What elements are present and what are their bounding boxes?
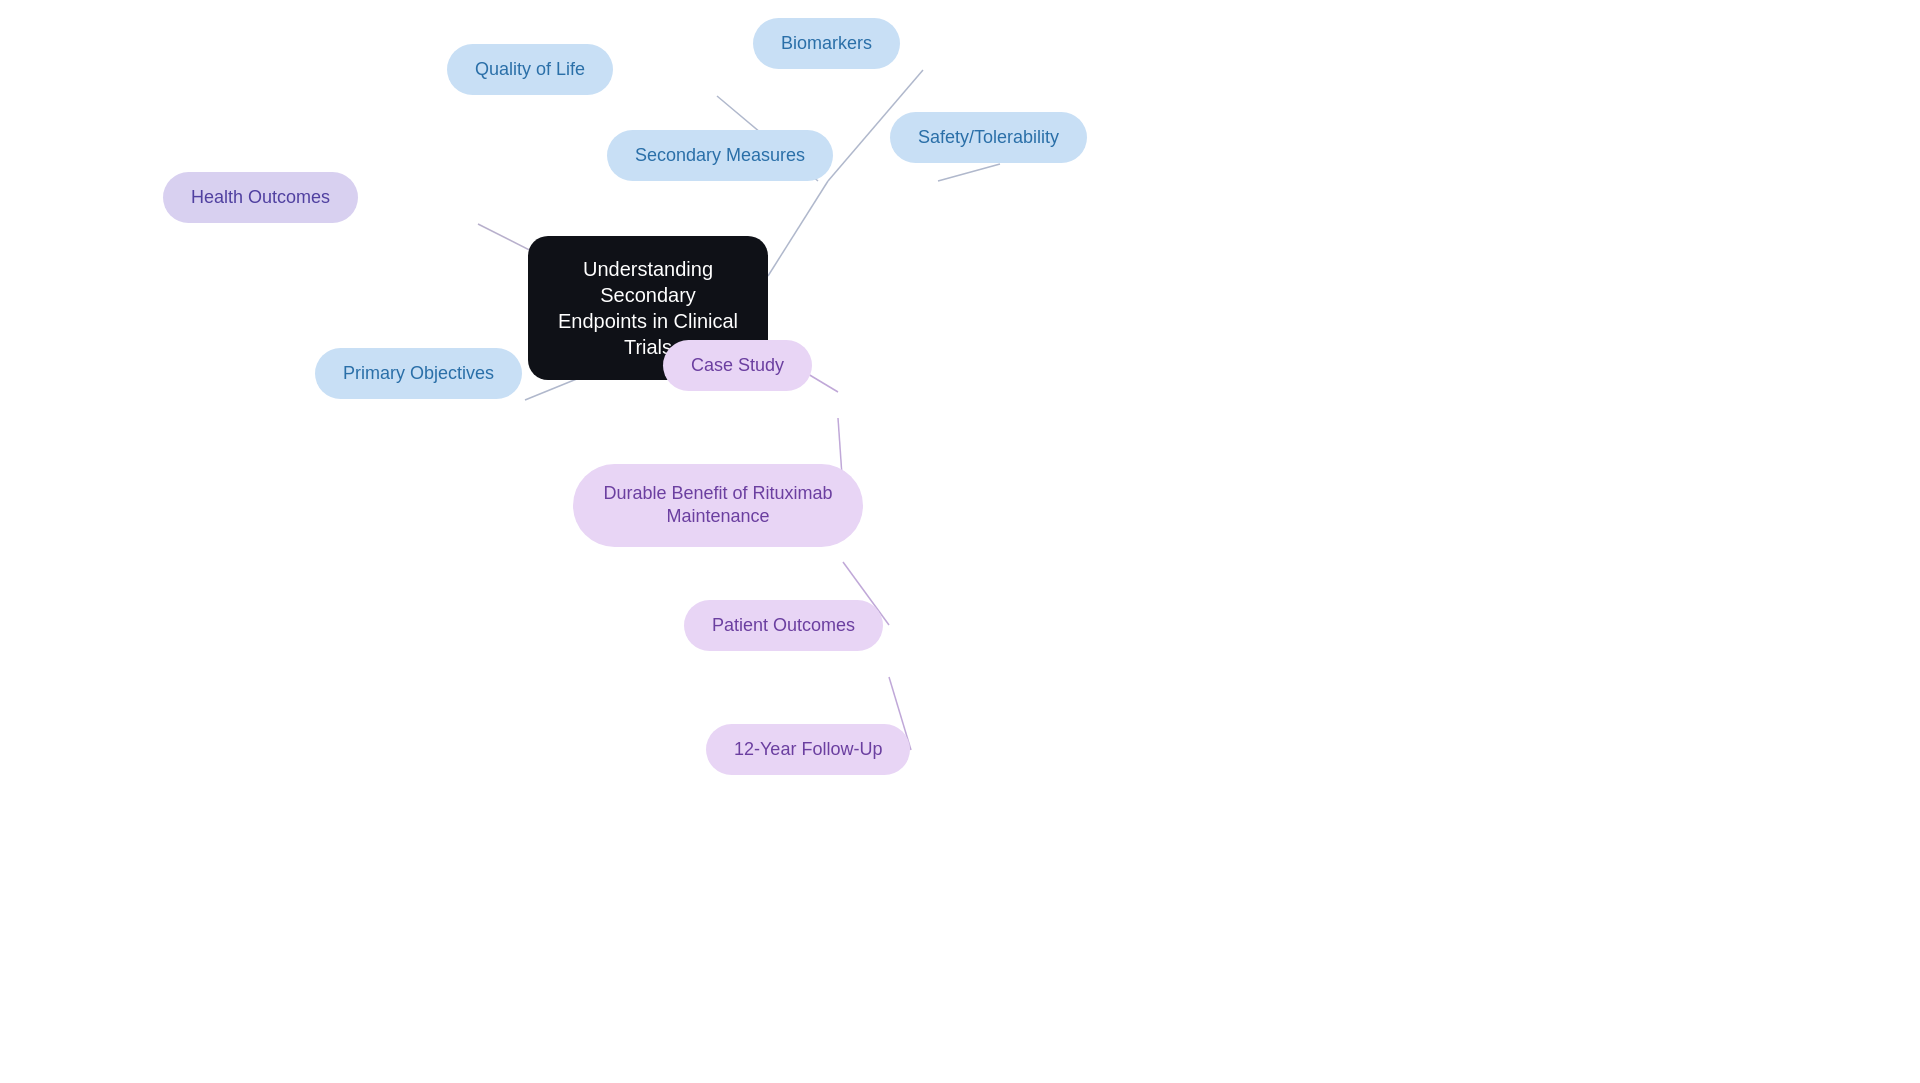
safety-tolerability-node[interactable]: Safety/Tolerability [890,112,1087,163]
svg-line-0 [768,181,828,276]
health-outcomes-node[interactable]: Health Outcomes [163,172,358,223]
secondary-measures-node[interactable]: Secondary Measures [607,130,833,181]
case-study-node[interactable]: Case Study [663,340,812,391]
primary-objectives-node[interactable]: Primary Objectives [315,348,522,399]
patient-outcomes-node[interactable]: Patient Outcomes [684,600,883,651]
durable-benefit-node[interactable]: Durable Benefit of Rituximab Maintenance [573,464,863,547]
quality-of-life-node[interactable]: Quality of Life [447,44,613,95]
biomarkers-node[interactable]: Biomarkers [753,18,900,69]
svg-line-3 [938,164,1000,181]
follow-up-node[interactable]: 12-Year Follow-Up [706,724,910,775]
